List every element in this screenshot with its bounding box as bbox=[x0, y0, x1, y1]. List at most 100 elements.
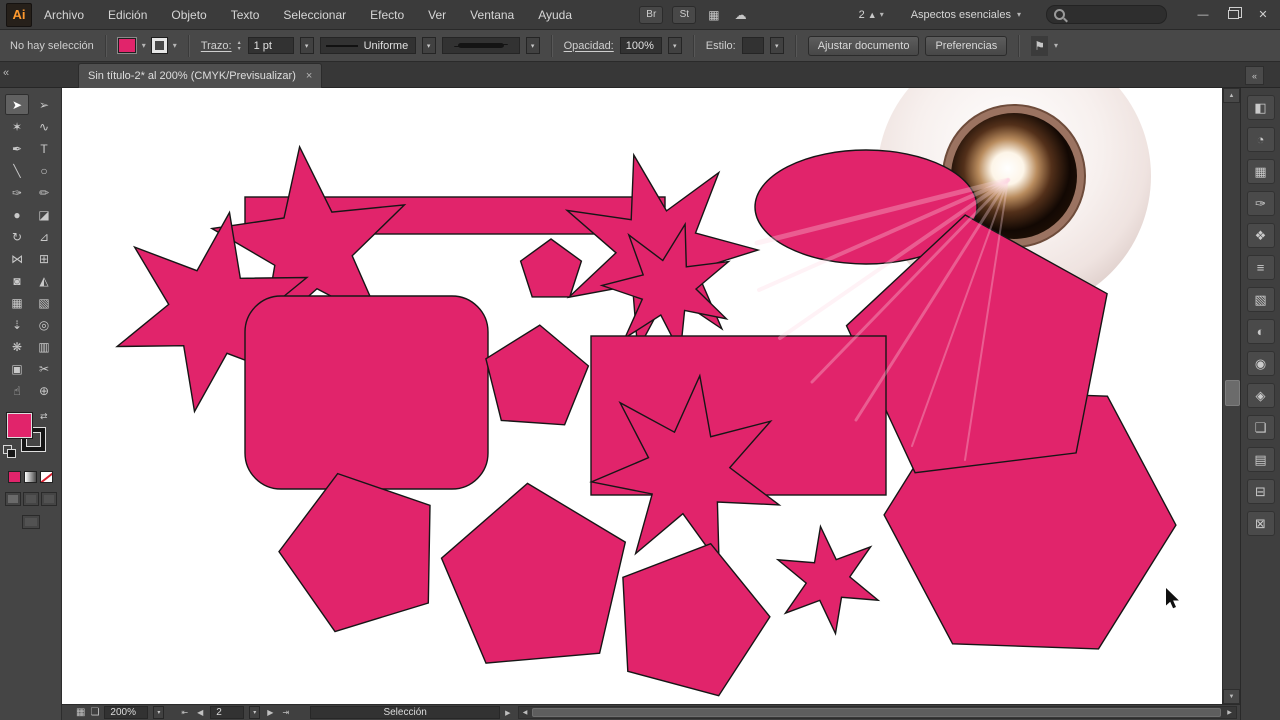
zoom-level-value[interactable]: 200% bbox=[104, 706, 149, 719]
default-fill-stroke-icon[interactable] bbox=[3, 445, 16, 458]
previous-artboard-button[interactable]: ◀ bbox=[195, 708, 205, 717]
arrange-documents-icon[interactable]: ▦ bbox=[705, 4, 723, 25]
artboard-dropdown[interactable]: ▾ bbox=[249, 706, 261, 719]
vertical-scrollbar-thumb[interactable] bbox=[1225, 380, 1240, 406]
transparency-panel-icon[interactable]: ◐ bbox=[1246, 319, 1275, 344]
menu-texto[interactable]: Texto bbox=[231, 8, 260, 22]
document-setup-icon[interactable]: ⚑ bbox=[1031, 35, 1048, 56]
slice-tool[interactable]: ✂ bbox=[32, 358, 56, 379]
search-input[interactable] bbox=[1046, 5, 1167, 24]
close-button[interactable]: ✕ bbox=[1248, 3, 1278, 27]
collapse-dock-icon[interactable]: « bbox=[1245, 66, 1264, 85]
scroll-down-icon[interactable]: ▼ bbox=[1223, 689, 1240, 704]
color-panel-icon[interactable]: ◧ bbox=[1246, 95, 1275, 120]
column-graph-tool[interactable]: ▥ bbox=[32, 336, 56, 357]
pen-tool[interactable]: ✒ bbox=[5, 138, 29, 159]
stroke-width-value[interactable]: 1 pt bbox=[247, 37, 294, 54]
horizontal-scrollbar[interactable]: ◀ ▶ bbox=[517, 706, 1237, 719]
bridge-button[interactable]: Br bbox=[639, 5, 664, 24]
stock-button[interactable]: St bbox=[672, 5, 697, 24]
horizontal-scrollbar-thumb[interactable] bbox=[531, 708, 1221, 717]
mesh-tool[interactable]: ▦ bbox=[5, 292, 29, 313]
page-setup-icon[interactable]: ❏ bbox=[90, 707, 99, 718]
first-artboard-button[interactable]: ⇤ bbox=[179, 708, 190, 717]
brush-definition-dropdown[interactable]: ▾ bbox=[525, 37, 540, 54]
zoom-tool[interactable]: ⊕ bbox=[32, 380, 56, 401]
chevron-down-icon[interactable]: ▾ bbox=[173, 41, 177, 50]
brush-definition-select[interactable] bbox=[441, 37, 520, 54]
scale-tool[interactable]: ⊿ bbox=[32, 226, 56, 247]
brushes-panel-icon[interactable]: ✑ bbox=[1246, 191, 1275, 216]
eraser-tool[interactable]: ◪ bbox=[32, 204, 56, 225]
align-panel-icon[interactable]: ⊟ bbox=[1246, 479, 1275, 504]
pixel-preview-icon[interactable]: ▦ bbox=[76, 707, 85, 718]
symbol-sprayer-tool[interactable]: ❋ bbox=[5, 336, 29, 357]
magic-wand-tool[interactable]: ✶ bbox=[5, 116, 29, 137]
menu-efecto[interactable]: Efecto bbox=[370, 8, 404, 22]
restore-button[interactable] bbox=[1218, 3, 1248, 27]
fit-document-button[interactable]: Ajustar documento bbox=[807, 35, 920, 56]
status-flyout-icon[interactable]: ▶ bbox=[505, 709, 510, 717]
stroke-color-swatch[interactable] bbox=[150, 37, 168, 54]
opacity-value[interactable]: 100% bbox=[619, 37, 662, 54]
app-logo-icon[interactable]: Ai bbox=[6, 2, 32, 27]
menu-archivo[interactable]: Archivo bbox=[44, 8, 84, 22]
next-artboard-button[interactable]: ▶ bbox=[265, 708, 275, 717]
blob-brush-tool[interactable]: ● bbox=[5, 204, 29, 225]
style-swatch[interactable] bbox=[741, 37, 764, 54]
blend-tool[interactable]: ◎ bbox=[32, 314, 56, 335]
cs-live-icon[interactable]: ☁ bbox=[731, 4, 750, 25]
hand-tool[interactable]: ☝ bbox=[5, 380, 29, 401]
zoom-dropdown[interactable]: ▾ bbox=[153, 706, 165, 719]
layers-panel-icon[interactable]: ❏ bbox=[1246, 415, 1275, 440]
selection-tool[interactable]: ➤ bbox=[5, 94, 29, 115]
chevron-down-icon[interactable]: ▾ bbox=[1054, 41, 1058, 50]
stroke-panel-link[interactable]: Trazo: bbox=[201, 40, 232, 52]
scroll-right-icon[interactable]: ▶ bbox=[1223, 709, 1236, 716]
free-transform-tool[interactable]: ⊞ bbox=[32, 248, 56, 269]
minimize-button[interactable]: — bbox=[1188, 3, 1218, 27]
menu-seleccionar[interactable]: Seleccionar bbox=[283, 8, 346, 22]
draw-normal-mode-button[interactable] bbox=[4, 492, 21, 506]
width-profile-dropdown[interactable]: ▾ bbox=[421, 37, 436, 54]
opacity-dropdown[interactable]: ▾ bbox=[667, 37, 682, 54]
vertical-scrollbar[interactable]: ▲ ▼ bbox=[1222, 88, 1240, 704]
pathfinder-panel-icon[interactable]: ⊠ bbox=[1246, 511, 1275, 536]
swatches-panel-icon[interactable]: ▦ bbox=[1246, 159, 1275, 184]
opacity-panel-link[interactable]: Opacidad: bbox=[564, 40, 614, 52]
document-tab[interactable]: Sin título-2* al 200% (CMYK/Previsualiza… bbox=[78, 63, 323, 88]
none-button[interactable] bbox=[40, 471, 53, 483]
gradient-panel-icon[interactable]: ▧ bbox=[1246, 287, 1275, 312]
screen-mode-button[interactable] bbox=[21, 515, 40, 529]
artboard-canvas[interactable] bbox=[62, 88, 1222, 704]
eyedropper-tool[interactable]: ⇣ bbox=[5, 314, 29, 335]
gradient-button[interactable] bbox=[24, 471, 37, 483]
color-guide-panel-icon[interactable]: ◔ bbox=[1246, 127, 1275, 152]
color-button[interactable] bbox=[8, 471, 21, 483]
menu-objeto[interactable]: Objeto bbox=[171, 8, 206, 22]
menu-edicion[interactable]: Edición bbox=[108, 8, 147, 22]
preferences-button[interactable]: Preferencias bbox=[925, 35, 1008, 56]
width-tool[interactable]: ⋈ bbox=[5, 248, 29, 269]
fill-swatch[interactable] bbox=[6, 412, 33, 439]
menu-ayuda[interactable]: Ayuda bbox=[538, 8, 572, 22]
swap-fill-stroke-icon[interactable]: ⇄ bbox=[40, 411, 48, 422]
gradient-tool[interactable]: ▧ bbox=[32, 292, 56, 313]
type-tool[interactable]: T bbox=[32, 138, 56, 159]
ellipse-tool[interactable]: ○ bbox=[32, 160, 56, 181]
stroke-width-dropdown[interactable]: ▾ bbox=[299, 37, 314, 54]
artboards-panel-icon[interactable]: ▤ bbox=[1246, 447, 1275, 472]
close-tab-icon[interactable]: × bbox=[306, 70, 312, 82]
draw-inside-mode-button[interactable] bbox=[40, 492, 57, 506]
stroke-panel-icon[interactable]: ≡ bbox=[1246, 255, 1275, 280]
line-segment-tool[interactable]: ╲ bbox=[5, 160, 29, 181]
fill-color-swatch[interactable] bbox=[116, 37, 137, 54]
menu-ventana[interactable]: Ventana bbox=[470, 8, 514, 22]
pencil-tool[interactable]: ✏ bbox=[32, 182, 56, 203]
scroll-up-icon[interactable]: ▲ bbox=[1223, 88, 1240, 103]
menu-ver[interactable]: Ver bbox=[428, 8, 446, 22]
stroke-width-stepper[interactable]: ▴ ▾ bbox=[238, 40, 241, 52]
collapse-toolbar-icon[interactable]: « bbox=[3, 67, 9, 79]
direct-selection-tool[interactable]: ➢ bbox=[32, 94, 56, 115]
pink-rounded-rectangle[interactable] bbox=[244, 295, 489, 490]
